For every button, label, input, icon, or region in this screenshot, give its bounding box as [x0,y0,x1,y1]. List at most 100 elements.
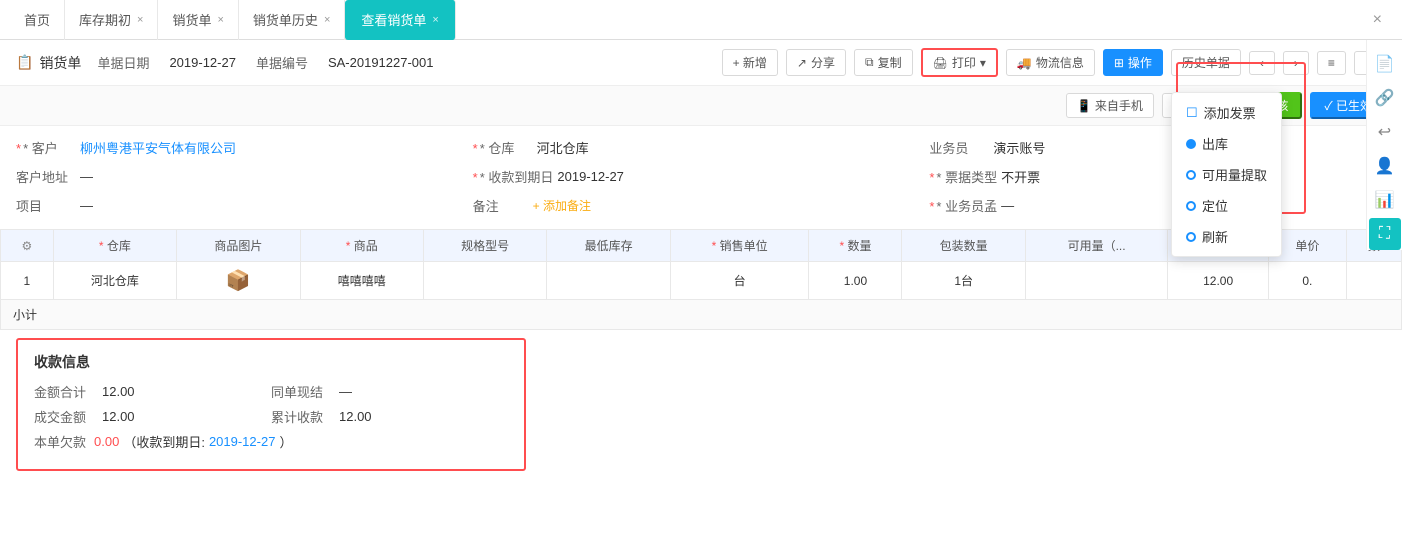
ticket-label: * 票据类型 [929,167,997,186]
warehouse-value: 河北仓库 [537,138,589,157]
close-icon-sales[interactable]: × [217,14,223,26]
address-label: 客户地址 [16,167,76,186]
owed-value: 0.00 [94,434,119,449]
locate-item[interactable]: 定位 [1172,190,1281,221]
tab-sales-history[interactable]: 销货单历史 × [239,0,345,40]
tab-inventory-label: 库存期初 [79,10,131,29]
sidebar-user-icon[interactable]: 👤 [1369,150,1401,182]
tab-inventory-init[interactable]: 库存期初 × [65,0,158,40]
doc-actions: + 新增 ↗ 分享 ⧉ 复制 🖨 打印 ▾ 🚚 物流信息 ⊞ 操作 [722,48,1386,77]
outbound-label: 出库 [1202,134,1228,153]
add-remark-button[interactable]: + 添加备注 [533,197,591,214]
salesman-field: * 业务员孟 — [929,196,1386,215]
deal-value: 12.00 [102,409,135,424]
cell-warehouse: 河北仓库 [53,262,176,300]
owed-label: 本单欠款 [34,432,94,451]
print-button[interactable]: 🖨 打印 ▾ [921,48,998,77]
payment-title: 收款信息 [34,352,508,372]
history-button[interactable]: 历史单据 [1171,49,1241,76]
available-qty-label: 可用量提取 [1202,165,1267,184]
payment-row-2: 成交金额 12.00 累计收款 12.00 [34,407,508,426]
copy-label: 复制 [878,54,902,71]
operation-dropdown: ☐ 添加发票 出库 可用量提取 定位 刷新 [1171,92,1282,257]
available-qty-item[interactable]: 可用量提取 [1172,159,1281,190]
cell-spec [423,262,546,300]
same-order-label: 同单现结 [271,382,331,401]
outbound-icon [1186,139,1196,149]
owed-value-col: 0.00 （收款到期日: 2019-12-27 ） [94,432,508,451]
close-icon-history[interactable]: × [324,14,330,26]
tab-bar: 首页 库存期初 × 销货单 × 销货单历史 × 查看销货单 × × [0,0,1402,40]
sidebar-return-icon[interactable]: ↩ [1369,116,1401,148]
tab-sales-label: 销货单 [172,10,211,29]
cell-pack-qty: 1台 [902,262,1025,300]
add-invoice-item[interactable]: ☐ 添加发票 [1172,97,1281,128]
copy-button[interactable]: ⧉ 复制 [854,49,913,76]
close-icon-check[interactable]: × [432,14,438,26]
same-order-col: 同单现结 — [271,382,508,401]
tab-home[interactable]: 首页 [10,0,65,40]
refresh-icon [1186,232,1196,242]
print-label: 打印 [952,54,976,71]
copy-icon: ⧉ [865,55,874,70]
refresh-label: 刷新 [1202,227,1228,246]
history-label: 历史单据 [1182,54,1230,71]
available-qty-icon [1186,170,1196,180]
nav-next-button[interactable]: › [1283,51,1309,75]
ticket-value: 不开票 [1001,167,1040,186]
due-date-field: * 收款到期日 2019-12-27 [473,167,930,186]
from-phone-button[interactable]: 📱 来自手机 [1066,93,1154,118]
sidebar-chart-icon[interactable]: 📊 [1369,184,1401,216]
address-value: — [80,169,93,184]
table-row: 1 河北仓库 📦 嘻嘻嘻嘻 台 1.00 1台 12.00 0. [1,262,1402,300]
col-min-stock: 最低库存 [547,230,670,262]
grid1-button[interactable]: ≡ [1317,51,1346,75]
logistics-button[interactable]: 🚚 物流信息 [1006,49,1095,76]
customer-value[interactable]: 柳州粤港平安气体有限公司 [80,138,236,157]
staff-field: 业务员 演示账号 [929,138,1386,157]
right-sidebar: 📄 🔗 ↩ 👤 📊 ⛶ [1366,40,1402,250]
sidebar-doc-icon[interactable]: 📄 [1369,48,1401,80]
owed-suffix-start: （收款到期日: [123,432,205,451]
amount-label: 金额合计 [34,382,94,401]
page-close-button[interactable]: × [1363,11,1392,29]
close-icon-inventory[interactable]: × [137,14,143,26]
payment-info: 收款信息 金额合计 12.00 同单现结 — 成交金额 12.00 累计收款 1… [16,338,526,471]
sidebar-expand-icon[interactable]: ⛶ [1369,218,1401,250]
remark-label: 备注 [473,196,533,215]
outbound-item[interactable]: 出库 [1172,128,1281,159]
project-label: 项目 [16,196,76,215]
col-available: 可用量（... [1025,230,1167,262]
operation-button[interactable]: ⊞ 操作 [1103,49,1163,76]
owed-suffix-end: ） [279,432,292,451]
logistics-label: 物流信息 [1036,54,1084,71]
col-pack-qty: 包装数量 [902,230,1025,262]
nav-prev-icon: ‹ [1260,56,1264,70]
gear-icon[interactable]: ⚙ [21,239,32,253]
cell-image: 📦 [177,262,300,300]
page-wrapper: 首页 库存期初 × 销货单 × 销货单历史 × 查看销货单 × × 📋 销货单 … [0,0,1402,533]
new-button[interactable]: + 新增 [722,49,778,76]
col-spec: 规格型号 [423,230,546,262]
add-invoice-icon: ☐ [1186,105,1198,121]
cell-current-qty: 12.00 [1168,262,1269,300]
col-unit: * 销售单位 [670,230,809,262]
tab-sales-order[interactable]: 销货单 × [158,0,238,40]
cell-qty: 1.00 [809,262,902,300]
cumulative-value: 12.00 [339,409,372,424]
refresh-item[interactable]: 刷新 [1172,221,1281,252]
nav-prev-button[interactable]: ‹ [1249,51,1275,75]
salesman-value: — [1001,198,1014,213]
print-dropdown-icon: ▾ [980,56,986,70]
tab-check-sales[interactable]: 查看销货单 × [345,0,455,40]
operation-label: 操作 [1128,54,1152,71]
cell-product: 嘻嘻嘻嘻 [300,262,423,300]
operation-icon: ⊞ [1114,56,1124,70]
share-button[interactable]: ↗ 分享 [786,49,846,76]
doc-date-label: 单据日期 [97,53,149,72]
locate-icon [1186,201,1196,211]
sidebar-link-icon[interactable]: 🔗 [1369,82,1401,114]
deal-label: 成交金额 [34,407,94,426]
doc-meta: 单据日期 2019-12-27 单据编号 SA-20191227-001 [97,53,433,72]
payment-row-1: 金额合计 12.00 同单现结 — [34,382,508,401]
